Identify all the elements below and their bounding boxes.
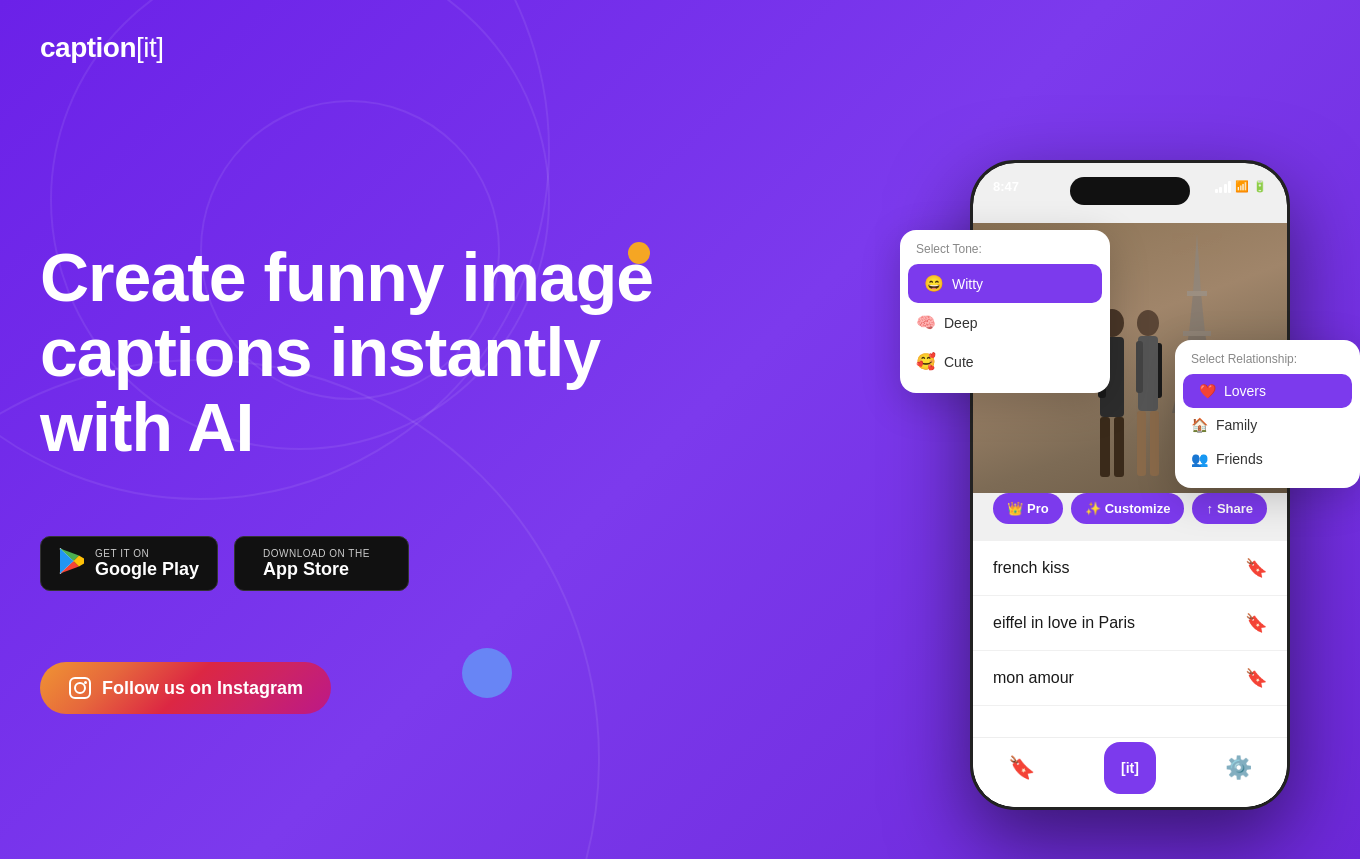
svg-marker-3 (1193, 233, 1201, 293)
caption-item-3[interactable]: mon amour 🔖 (973, 651, 1287, 706)
google-play-text: GET IT ON Google Play (95, 548, 199, 580)
bookmark-icon-1[interactable]: 🔖 (1245, 557, 1267, 579)
svg-point-2 (84, 681, 87, 684)
hero-section: Create funny image captions instantly wi… (40, 240, 660, 464)
svg-rect-14 (1100, 417, 1110, 477)
tone-option-witty[interactable]: 😄 Witty (908, 264, 1102, 303)
phone-status-bar: 8:47 📶 🔋 (973, 179, 1287, 194)
share-label: Share (1217, 501, 1253, 516)
svg-point-16 (1137, 310, 1159, 336)
pro-label: Pro (1027, 501, 1049, 516)
tone-selection-card: Select Tone: 😄 Witty 🧠 Deep 🥰 Cute (900, 230, 1110, 393)
pro-button[interactable]: 👑 Pro (993, 493, 1063, 524)
tone-option-deep[interactable]: 🧠 Deep (900, 303, 1110, 342)
friends-emoji: 👥 (1191, 451, 1208, 467)
tone-option-cute[interactable]: 🥰 Cute (900, 342, 1110, 381)
hero-title: Create funny image captions instantly wi… (40, 240, 660, 464)
phone-action-buttons: 👑 Pro ✨ Customize ↑ Share (973, 493, 1287, 524)
relationship-selection-card: Select Relationship: ❤️ Lovers 🏠 Family … (1175, 340, 1360, 488)
family-label: Family (1216, 417, 1257, 433)
caption-text-2: eiffel in love in Paris (993, 614, 1135, 632)
share-button[interactable]: ↑ Share (1192, 493, 1267, 524)
google-play-icon (59, 547, 85, 580)
relationship-card-label: Select Relationship: (1175, 352, 1360, 374)
google-play-small-text: GET IT ON (95, 548, 199, 559)
customize-button[interactable]: ✨ Customize (1071, 493, 1185, 524)
google-play-big-text: Google Play (95, 559, 199, 580)
friends-label: Friends (1216, 451, 1263, 467)
bookmark-icon-2[interactable]: 🔖 (1245, 612, 1267, 634)
cute-emoji: 🥰 (916, 352, 936, 371)
svg-rect-0 (70, 678, 90, 698)
captions-list: french kiss 🔖 eiffel in love in Paris 🔖 … (973, 541, 1287, 807)
bookmark-icon-3[interactable]: 🔖 (1245, 667, 1267, 689)
rel-option-family[interactable]: 🏠 Family (1175, 408, 1360, 442)
lovers-emoji: ❤️ (1199, 383, 1216, 399)
witty-emoji: 😄 (924, 274, 944, 293)
app-store-big-text: App Store (263, 559, 370, 580)
lovers-label: Lovers (1224, 383, 1266, 399)
witty-label: Witty (952, 276, 983, 292)
wifi-icon: 📶 (1235, 180, 1249, 193)
caption-text-1: french kiss (993, 559, 1069, 577)
bookmarks-nav-icon[interactable]: 🔖 (1008, 755, 1035, 781)
instagram-label: Follow us on Instagram (102, 678, 303, 699)
phone-mockup-container: Select Tone: 😄 Witty 🧠 Deep 🥰 Cute 8:47 (940, 80, 1320, 840)
logo: caption[it] (40, 32, 164, 64)
logo-text: caption (40, 32, 136, 63)
app-store-small-text: Download on the (263, 548, 370, 559)
app-store-text: Download on the App Store (263, 548, 370, 580)
instagram-button[interactable]: Follow us on Instagram (40, 662, 331, 714)
rel-option-lovers[interactable]: ❤️ Lovers (1183, 374, 1352, 408)
google-play-button[interactable]: GET IT ON Google Play (40, 536, 218, 591)
svg-marker-4 (1189, 293, 1205, 333)
svg-rect-7 (1187, 291, 1207, 296)
caption-item-1[interactable]: french kiss 🔖 (973, 541, 1287, 596)
svg-rect-20 (1150, 411, 1159, 476)
phone-status-icons: 📶 🔋 (1215, 180, 1268, 193)
store-buttons-group: GET IT ON Google Play Download on the Ap… (40, 536, 409, 591)
signal-bar-3 (1224, 184, 1227, 193)
svg-rect-15 (1114, 417, 1124, 477)
deep-label: Deep (944, 315, 977, 331)
svg-point-1 (75, 683, 85, 693)
header: caption[it] (40, 32, 164, 64)
svg-rect-19 (1137, 411, 1146, 476)
settings-nav-icon[interactable]: ⚙️ (1225, 755, 1252, 781)
logo-center-text: [it] (1121, 760, 1139, 776)
family-emoji: 🏠 (1191, 417, 1208, 433)
svg-rect-18 (1136, 341, 1143, 393)
customize-label: Customize (1105, 501, 1171, 516)
signal-bar-2 (1219, 187, 1222, 193)
blue-dot-decoration (462, 648, 512, 698)
logo-center-button[interactable]: [it] (1104, 742, 1156, 794)
share-icon: ↑ (1206, 501, 1213, 516)
phone-time: 8:47 (993, 179, 1019, 194)
app-store-button[interactable]: Download on the App Store (234, 536, 409, 591)
phone-bottom-nav: 🔖 [it] ⚙️ (973, 737, 1287, 807)
customize-icon: ✨ (1085, 501, 1101, 516)
tone-card-label: Select Tone: (900, 242, 1110, 264)
deep-emoji: 🧠 (916, 313, 936, 332)
signal-bars (1215, 181, 1232, 193)
instagram-icon (68, 676, 92, 700)
signal-bar-4 (1228, 181, 1231, 193)
rel-option-friends[interactable]: 👥 Friends (1175, 442, 1360, 476)
caption-text-3: mon amour (993, 669, 1074, 687)
logo-bracket: [it] (136, 32, 164, 63)
crown-icon: 👑 (1007, 501, 1023, 516)
battery-icon: 🔋 (1253, 180, 1267, 193)
signal-bar-1 (1215, 189, 1218, 193)
cute-label: Cute (944, 354, 974, 370)
caption-item-2[interactable]: eiffel in love in Paris 🔖 (973, 596, 1287, 651)
